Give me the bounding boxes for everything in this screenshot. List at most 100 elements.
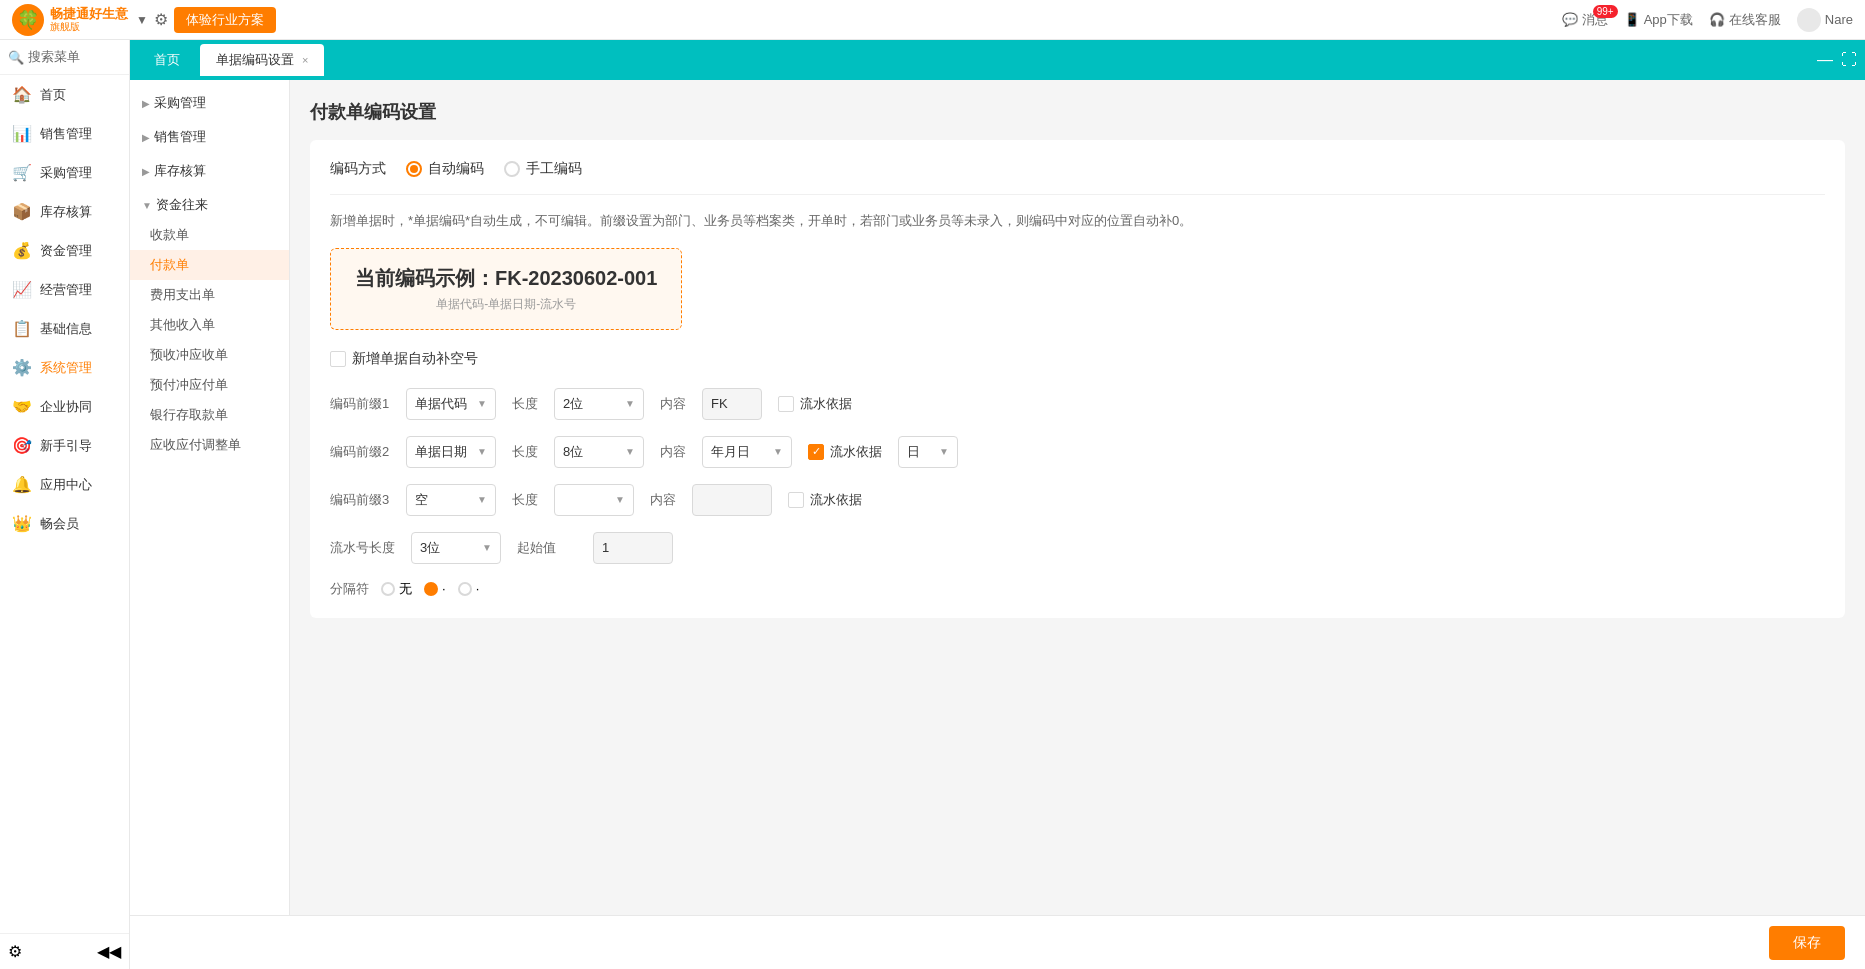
- auto-fill-label: 新增单据自动补空号: [352, 350, 478, 368]
- cascade2-checkbox[interactable]: ✓: [808, 444, 824, 460]
- radio-auto-icon: [406, 161, 422, 177]
- sidebar-item-purchase[interactable]: 🛒 采购管理: [0, 153, 129, 192]
- tab-home[interactable]: 首页: [138, 44, 196, 76]
- sidebar-item-sales[interactable]: 📊 销售管理: [0, 114, 129, 153]
- cascade3-row: 流水依据: [788, 491, 862, 509]
- tab-bar: 首页 单据编码设置 × — ⛶: [130, 40, 1865, 80]
- menu-item-bank[interactable]: 银行存取款单: [130, 400, 289, 430]
- radio-auto-code[interactable]: 自动编码: [406, 160, 484, 178]
- menu-group-capital: ▼ 资金往来 收款单 付款单 费用支出单 其他收入单 预收冲应收单 预付冲应付单…: [130, 190, 289, 460]
- menu-group-sales: ▶ 销售管理: [130, 122, 289, 152]
- guide-icon: 🎯: [12, 436, 32, 455]
- serial-length-label: 流水号长度: [330, 539, 395, 557]
- sep-none[interactable]: 无: [381, 580, 412, 598]
- prefix3-label: 编码前缀3: [330, 491, 390, 509]
- chevron-down-icon: ▼: [482, 542, 492, 553]
- app-download-button[interactable]: 📱 App下载: [1624, 11, 1693, 29]
- top-bar: 🍀 畅捷通好生意 旗舰版 ▼ ⚙ 体验行业方案 💬 消息 99+ 📱 App下载…: [0, 0, 1865, 40]
- serial-length-value: 3位: [420, 539, 440, 557]
- sidebar-item-enterprise[interactable]: 🤝 企业协同: [0, 387, 129, 426]
- sidebar-item-home[interactable]: 🏠 首页: [0, 75, 129, 114]
- menu-item-expense[interactable]: 费用支出单: [130, 280, 289, 310]
- start-value: 1: [602, 540, 609, 555]
- save-button[interactable]: 保存: [1769, 926, 1845, 960]
- content2-select[interactable]: 年月日 ▼: [702, 436, 792, 468]
- menu-item-other-income[interactable]: 其他收入单: [130, 310, 289, 340]
- user-avatar: [1797, 8, 1821, 32]
- sidebar-item-label: 首页: [40, 86, 66, 104]
- form-row-2: 编码前缀2 单据日期 ▼ 长度 8位 ▼ 内容 年月日: [330, 436, 1825, 468]
- gear-icon[interactable]: ⚙: [154, 10, 168, 29]
- cascade1-checkbox[interactable]: [778, 396, 794, 412]
- content1-input: FK: [702, 388, 762, 420]
- search-menu-button[interactable]: 🔍 搜索菜单: [0, 40, 129, 75]
- sep-none-icon: [381, 582, 395, 596]
- section-card: 编码方式 自动编码 手工编码 新增单据时，*单据编码*自动生成，不可编辑。前缀设…: [310, 140, 1845, 618]
- serial-length-select[interactable]: 3位 ▼: [411, 532, 501, 564]
- menu-item-receipt[interactable]: 收款单: [130, 220, 289, 250]
- trial-button[interactable]: 体验行业方案: [174, 7, 276, 33]
- apps-icon: 🔔: [12, 475, 32, 494]
- collapse-icon[interactable]: ◀◀: [97, 942, 121, 961]
- sidebar-item-finance[interactable]: 💰 资金管理: [0, 231, 129, 270]
- auto-fill-checkbox[interactable]: [330, 351, 346, 367]
- finance-icon: 💰: [12, 241, 32, 260]
- sidebar-bottom: ⚙ ◀◀: [0, 933, 129, 969]
- sidebar-item-basic-info[interactable]: 📋 基础信息: [0, 309, 129, 348]
- message-button[interactable]: 💬 消息 99+: [1562, 11, 1608, 29]
- form-row-3: 编码前缀3 空 ▼ 长度 ▼ 内容: [330, 484, 1825, 516]
- sidebar-item-system[interactable]: ⚙️ 系统管理: [0, 348, 129, 387]
- sidebar-item-inventory[interactable]: 📦 库存核算: [0, 192, 129, 231]
- tab-minimize-icon[interactable]: —: [1817, 51, 1833, 69]
- settings-bottom-icon[interactable]: ⚙: [8, 942, 22, 961]
- menu-item-payment[interactable]: 付款单: [130, 250, 289, 280]
- sep-dot2[interactable]: ·: [458, 581, 480, 596]
- nav-arrow[interactable]: ▼: [136, 13, 148, 27]
- arrow-icon: ▶: [142, 98, 150, 109]
- basic-info-icon: 📋: [12, 319, 32, 338]
- radio-manual-code[interactable]: 手工编码: [504, 160, 582, 178]
- enterprise-icon: 🤝: [12, 397, 32, 416]
- content3-label: 内容: [650, 491, 676, 509]
- prefix1-label: 编码前缀1: [330, 395, 390, 413]
- tab-close-icon[interactable]: ×: [302, 54, 308, 66]
- prefix1-select[interactable]: 单据代码 ▼: [406, 388, 496, 420]
- separator-row: 分隔符 无 · ·: [330, 580, 1825, 598]
- tab-expand-icon[interactable]: ⛶: [1841, 51, 1857, 69]
- sidebar-item-apps[interactable]: 🔔 应用中心: [0, 465, 129, 504]
- start-value-label: 起始值: [517, 539, 577, 557]
- tab-active[interactable]: 单据编码设置 ×: [200, 44, 324, 76]
- logo-text: 畅捷通好生意 旗舰版: [50, 6, 128, 34]
- sep-dot[interactable]: ·: [424, 581, 446, 596]
- menu-item-adjust[interactable]: 应收应付调整单: [130, 430, 289, 460]
- preview-box: 当前编码示例：FK-20230602-001 单据代码-单据日期-流水号: [330, 248, 682, 330]
- sidebar-nav: 🏠 首页 📊 销售管理 🛒 采购管理 📦 库存核算 💰 资金管理 📈 经: [0, 75, 129, 933]
- prefix3-select[interactable]: 空 ▼: [406, 484, 496, 516]
- length1-select[interactable]: 2位 ▼: [554, 388, 644, 420]
- inner-layout: ▶ 采购管理 ▶ 销售管理 ▶ 库存核算: [130, 80, 1865, 915]
- length3-select[interactable]: ▼: [554, 484, 634, 516]
- start-value-input[interactable]: 1: [593, 532, 673, 564]
- menu-group-title-sales[interactable]: ▶ 销售管理: [130, 122, 289, 152]
- sidebar-item-member[interactable]: 👑 畅会员: [0, 504, 129, 543]
- encoding-method-row: 编码方式 自动编码 手工编码: [330, 160, 1825, 195]
- main-layout: 🔍 搜索菜单 🏠 首页 📊 销售管理 🛒 采购管理 📦 库存核算 💰: [0, 40, 1865, 969]
- logo-icon: 🍀: [12, 4, 44, 36]
- menu-item-prepay-pay[interactable]: 预付冲应付单: [130, 370, 289, 400]
- menu-item-prepay-recv[interactable]: 预收冲应收单: [130, 340, 289, 370]
- day-select[interactable]: 日 ▼: [898, 436, 958, 468]
- length2-select[interactable]: 8位 ▼: [554, 436, 644, 468]
- online-service-button[interactable]: 🎧 在线客服: [1709, 11, 1781, 29]
- sidebar-item-operations[interactable]: 📈 经营管理: [0, 270, 129, 309]
- menu-group-title-purchase[interactable]: ▶ 采购管理: [130, 88, 289, 118]
- cascade3-checkbox[interactable]: [788, 492, 804, 508]
- content1-label: 内容: [660, 395, 686, 413]
- chevron-down-icon: ▼: [615, 494, 625, 505]
- user-info[interactable]: Nare: [1797, 8, 1853, 32]
- sidebar-item-label: 经营管理: [40, 281, 92, 299]
- prefix2-select[interactable]: 单据日期 ▼: [406, 436, 496, 468]
- menu-group-title-capital[interactable]: ▼ 资金往来: [130, 190, 289, 220]
- prefix2-label: 编码前缀2: [330, 443, 390, 461]
- menu-group-title-inventory[interactable]: ▶ 库存核算: [130, 156, 289, 186]
- sidebar-item-guide[interactable]: 🎯 新手引导: [0, 426, 129, 465]
